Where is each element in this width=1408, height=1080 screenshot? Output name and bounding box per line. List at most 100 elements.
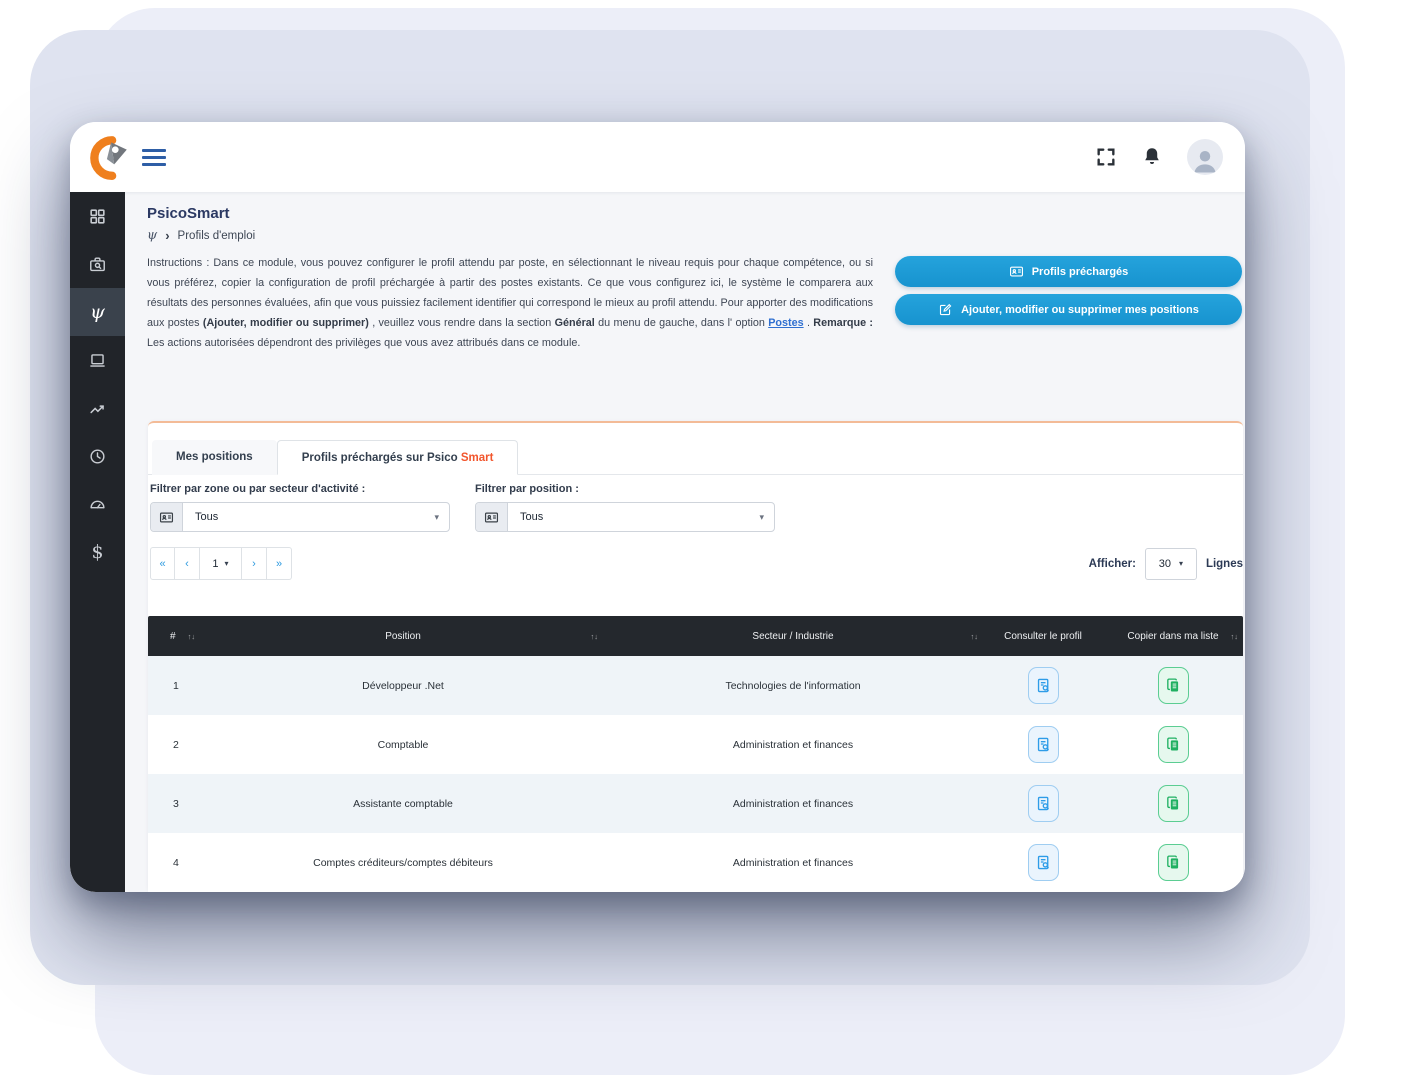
table-body: 1 Développeur .Net Technologies de l'infor… [148, 656, 1243, 892]
table-row: 1 Développeur .Net Technologies de l'infor… [148, 656, 1243, 715]
position-cell: Comptes créditeurs/comptes débiteurs [313, 856, 493, 869]
copy-document-icon [1166, 855, 1178, 869]
consult-profile-button[interactable] [1027, 726, 1059, 763]
column-header-label: Position [385, 630, 421, 642]
clock-icon [90, 448, 105, 464]
postes-link[interactable]: Postes [768, 317, 803, 329]
zone-filter-select[interactable]: Tous ▾ [150, 502, 450, 532]
row-number-cell: 1 [173, 679, 179, 692]
pagination-page-value: 1 [212, 557, 219, 570]
preloaded-profiles-button[interactable]: Profils préchargés [895, 256, 1242, 287]
consult-cell [983, 844, 1103, 881]
breadcrumb-label: Profils d'emploi [177, 229, 256, 242]
column-header[interactable]: Secteur / Industrie ↑↓ [603, 616, 983, 656]
caret-down-icon: ▾ [224, 559, 229, 568]
pagination-prev-button[interactable]: ‹ [175, 547, 200, 580]
pagination-next-button[interactable]: › [242, 547, 267, 580]
column-header[interactable]: # ↑↓ [148, 616, 203, 656]
sector-cell: Administration et finances [732, 738, 854, 751]
row-number-cell: 3 [173, 797, 179, 810]
consult-profile-button[interactable] [1027, 844, 1059, 881]
tab-precharges-highlight: Smart [460, 452, 494, 464]
pagination-page-select[interactable]: 1 ▾ [200, 547, 242, 580]
consult-profile-button[interactable] [1027, 667, 1059, 704]
caret-down-icon: ▾ [1179, 559, 1184, 568]
consult-cell [983, 726, 1103, 763]
position-filter-select[interactable]: Tous ▾ [475, 502, 775, 532]
position-cell: Assistante comptable [353, 797, 453, 810]
rows-per-page-select[interactable]: 30 ▾ [1144, 547, 1197, 580]
caret-down-icon: ▾ [759, 511, 764, 522]
menu-toggle-icon[interactable] [142, 149, 166, 166]
pagination-last-button[interactable]: » [267, 547, 292, 580]
tab-mes-positions-label: Mes positions [176, 451, 253, 463]
laptop-icon [90, 353, 105, 367]
zone-filter-value: Tous [195, 511, 219, 523]
copy-to-list-button[interactable] [1157, 785, 1189, 822]
instructions-bold-text: Général [554, 317, 595, 329]
column-header[interactable]: Position ↑↓ [203, 616, 603, 656]
sort-arrows-icon[interactable]: ↑↓ [591, 632, 599, 641]
copy-document-icon [1166, 796, 1178, 810]
sidebar-item-resultats[interactable] [70, 384, 125, 432]
tab-mes-positions[interactable]: Mes positions [152, 440, 277, 475]
document-search-icon [1037, 855, 1049, 870]
manage-positions-label: Ajouter, modifier ou supprimer mes posit… [961, 303, 1199, 316]
rows-per-page-label: Afficher: [1088, 557, 1136, 570]
preloaded-profiles-label: Profils préchargés [1031, 265, 1129, 278]
page-title: PsicoSmart [147, 205, 230, 222]
row-number-cell: 4 [173, 856, 179, 869]
column-header[interactable]: Copier dans ma liste ↑↓ [1103, 616, 1243, 656]
chevron-right-icon: › [165, 228, 170, 243]
sort-arrows-icon[interactable]: ↑↓ [188, 632, 196, 641]
notifications-bell-icon[interactable] [1141, 146, 1163, 168]
copy-cell [1103, 844, 1243, 881]
pagination: « ‹ 1 ▾ › » [150, 547, 292, 580]
sidebar-item-profils[interactable]: ψ [70, 288, 125, 336]
table-row: 2 Comptable Administration et finances [148, 715, 1243, 774]
copy-to-list-button[interactable] [1157, 844, 1189, 881]
tab-profils-precharges[interactable]: Profils préchargés sur Psico Smart [276, 440, 519, 475]
copy-to-list-button[interactable] [1157, 667, 1189, 704]
pagination-first-button[interactable]: « [150, 547, 175, 580]
user-avatar[interactable] [1187, 139, 1223, 175]
manage-positions-button[interactable]: Ajouter, modifier ou supprimer mes posit… [895, 294, 1242, 325]
instructions-bold-text: (Ajouter, modifier ou supprimer) [202, 317, 369, 329]
position-cell: Développeur .Net [362, 679, 444, 692]
sidebar-item-performance[interactable] [70, 480, 125, 528]
document-search-icon [1037, 796, 1049, 811]
caret-down-icon: ▾ [434, 511, 439, 522]
copy-cell [1103, 726, 1243, 763]
instructions-span: du menu de gauche, dans l' option [594, 317, 769, 329]
rows-per-page-suffix: Lignes [1205, 557, 1243, 570]
id-card-icon [476, 503, 508, 531]
fullscreen-icon[interactable] [1095, 146, 1117, 168]
briefcase-search-icon [90, 256, 105, 271]
copy-to-list-button[interactable] [1157, 726, 1189, 763]
sidebar-item-recherche[interactable] [70, 240, 125, 288]
consult-cell [983, 785, 1103, 822]
gauge-icon [90, 500, 105, 508]
instructions-bold-text: Remarque : [813, 317, 874, 329]
position-filter-value: Tous [520, 511, 544, 523]
sort-arrows-icon[interactable]: ↑↓ [1231, 632, 1239, 641]
grid-icon [90, 208, 105, 224]
table-row: 4 Comptes créditeurs/comptes débiteurs Adm… [148, 833, 1243, 892]
sidebar-item-dashboard[interactable] [70, 192, 125, 240]
sort-arrows-icon[interactable]: ↑↓ [971, 632, 979, 641]
table-row: 3 Assistante comptable Administration et f… [148, 774, 1243, 833]
breadcrumb: ψ › Profils d'emploi [147, 228, 255, 243]
app-logo-icon [86, 134, 132, 180]
sector-cell: Administration et finances [732, 856, 854, 869]
instructions-span: Les actions autorisées dépendront des pr… [147, 337, 581, 349]
table-header-row: # ↑↓ Position ↑↓ Secteur / Industrie ↑↓ Consul… [148, 616, 1243, 656]
sidebar: ψ $ [70, 192, 125, 892]
sidebar-item-tests[interactable] [70, 336, 125, 384]
column-header-label: # [170, 630, 176, 642]
instructions-span: . [803, 317, 814, 329]
sidebar-item-historique[interactable] [70, 432, 125, 480]
copy-document-icon [1166, 737, 1178, 751]
sidebar-item-facturation[interactable]: $ [70, 528, 125, 576]
consult-profile-button[interactable] [1027, 785, 1059, 822]
id-card-icon [151, 503, 183, 531]
